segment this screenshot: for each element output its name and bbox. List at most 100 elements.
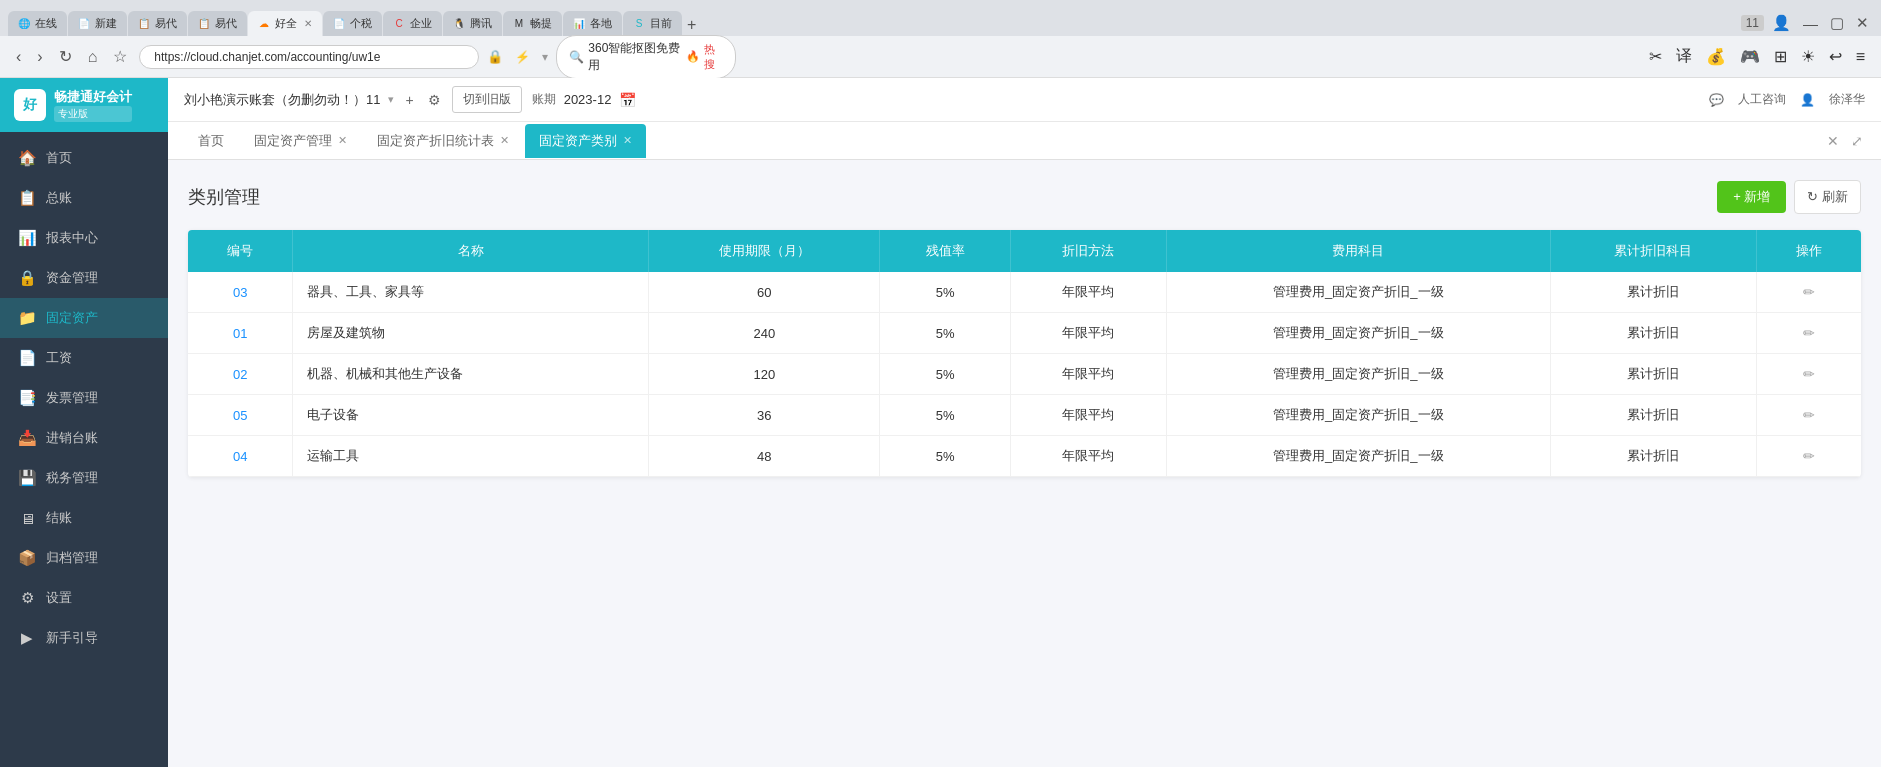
translate-icon[interactable]: 译 xyxy=(1672,44,1696,69)
tab-asset-mgmt[interactable]: 固定资产管理 ✕ xyxy=(240,124,361,158)
cell-accumulated: 累计折旧 xyxy=(1550,395,1756,436)
browser-tab-geshui[interactable]: 📄 个税 xyxy=(323,11,382,36)
ai-consult-icon: 💬 xyxy=(1709,93,1724,107)
topbar: 刘小艳演示账套（勿删勿动！）11 ▾ + ⚙ 切到旧版 账期 2023-12 📅… xyxy=(168,78,1881,122)
sidebar-item-home[interactable]: 🏠 首页 xyxy=(0,138,168,178)
sidebar-item-label: 税务管理 xyxy=(46,469,98,487)
grid-icon[interactable]: ⊞ xyxy=(1770,45,1791,68)
maximize-button[interactable]: ▢ xyxy=(1826,12,1848,34)
tab-asset-category[interactable]: 固定资产类别 ✕ xyxy=(525,124,646,158)
site-settings-icon: 🔒 xyxy=(487,49,503,64)
cell-code[interactable]: 03 xyxy=(188,272,293,313)
user-name[interactable]: 徐泽华 xyxy=(1829,91,1865,108)
brightness-icon[interactable]: ☀ xyxy=(1797,45,1819,68)
sidebar-item-closing[interactable]: 🖥 结账 xyxy=(0,498,168,538)
browser-tab-label: 企业 xyxy=(410,16,432,31)
calendar-icon[interactable]: 📅 xyxy=(619,92,636,108)
cell-expense: 管理费用_固定资产折旧_一级 xyxy=(1166,395,1550,436)
cell-name: 器具、工具、家具等 xyxy=(293,272,649,313)
game-icon[interactable]: 🎮 xyxy=(1736,45,1764,68)
tab-depreciation-close[interactable]: ✕ xyxy=(500,134,509,147)
sidebar-nav: 🏠 首页 📋 总账 📊 报表中心 🔒 资金管理 📁 固定资产 📄 工资 xyxy=(0,132,168,767)
browser-tab-enterprise[interactable]: C 企业 xyxy=(383,11,442,36)
tab-home[interactable]: 首页 xyxy=(184,124,238,158)
cell-method: 年限平均 xyxy=(1011,313,1167,354)
edit-icon[interactable]: ✏ xyxy=(1803,325,1815,341)
edit-icon[interactable]: ✏ xyxy=(1803,448,1815,464)
sidebar-item-archive[interactable]: 📦 归档管理 xyxy=(0,538,168,578)
content-tabs: 首页 固定资产管理 ✕ 固定资产折旧统计表 ✕ 固定资产类别 ✕ ✕ ⤢ xyxy=(168,122,1881,160)
bookmark-button[interactable]: ☆ xyxy=(109,45,131,68)
cut-icon[interactable]: ✂ xyxy=(1645,45,1666,68)
browser-tab-tencent[interactable]: 🐧 腾讯 xyxy=(443,11,502,36)
sidebar-item-label: 设置 xyxy=(46,589,72,607)
add-account-icon[interactable]: + xyxy=(402,89,416,111)
close-window-button[interactable]: ✕ xyxy=(1852,12,1873,34)
browser-tab-yidai2[interactable]: 📋 易代 xyxy=(188,11,247,36)
browser-tab-muqian[interactable]: S 目前 xyxy=(623,11,682,36)
hot-search-badge: 🔥 xyxy=(686,50,700,63)
tab-asset-mgmt-close[interactable]: ✕ xyxy=(338,134,347,147)
cell-months: 48 xyxy=(649,436,880,477)
browser-tab-close[interactable]: ✕ xyxy=(304,18,312,29)
dropdown-icon[interactable]: ▾ xyxy=(542,50,548,64)
browser-tab-yidai1[interactable]: 📋 易代 xyxy=(128,11,187,36)
sidebar-item-fixed-assets[interactable]: 📁 固定资产 xyxy=(0,298,168,338)
tab-favicon-enterprise: C xyxy=(393,18,405,30)
cell-action: ✏ xyxy=(1756,436,1861,477)
sidebar-item-invoice[interactable]: 📑 发票管理 xyxy=(0,378,168,418)
profile-icon[interactable]: 👤 xyxy=(1768,12,1795,34)
edit-icon[interactable]: ✏ xyxy=(1803,366,1815,382)
booster-icon[interactable]: ⚡ xyxy=(515,50,530,64)
sidebar-item-guide[interactable]: ▶ 新手引导 xyxy=(0,618,168,658)
switch-version-button[interactable]: 切到旧版 xyxy=(452,86,522,113)
browser-tab-zaixin[interactable]: 🌐 在线 xyxy=(8,11,67,36)
undo-icon[interactable]: ↩ xyxy=(1825,45,1846,68)
back-button[interactable]: ‹ xyxy=(12,46,25,68)
cell-months: 60 xyxy=(649,272,880,313)
ai-consult-label[interactable]: 人工咨询 xyxy=(1738,91,1786,108)
tax-icon: 💾 xyxy=(18,469,36,487)
sidebar-item-tax[interactable]: 💾 税务管理 xyxy=(0,458,168,498)
edit-icon[interactable]: ✏ xyxy=(1803,284,1815,300)
cell-code[interactable]: 02 xyxy=(188,354,293,395)
cell-code[interactable]: 04 xyxy=(188,436,293,477)
browser-tab-gedi[interactable]: 📊 各地 xyxy=(563,11,622,36)
cell-rate: 5% xyxy=(880,354,1011,395)
browser-tab-haoquan[interactable]: ☁ 好全 ✕ xyxy=(248,11,322,36)
tab-depreciation[interactable]: 固定资产折旧统计表 ✕ xyxy=(363,124,523,158)
browser-tab-new[interactable]: 📄 新建 xyxy=(68,11,127,36)
tab-favicon-changte: M xyxy=(513,18,525,30)
cell-action: ✏ xyxy=(1756,395,1861,436)
tab-asset-category-close[interactable]: ✕ xyxy=(623,134,632,147)
edit-icon[interactable]: ✏ xyxy=(1803,407,1815,423)
tab-count-badge[interactable]: 11 xyxy=(1741,15,1764,31)
sidebar-item-reports[interactable]: 📊 报表中心 xyxy=(0,218,168,258)
refresh-button[interactable]: ↻ 刷新 xyxy=(1794,180,1861,214)
forward-button[interactable]: › xyxy=(33,46,46,68)
menu-icon[interactable]: ≡ xyxy=(1852,46,1869,68)
address-input[interactable] xyxy=(139,45,479,69)
sidebar-item-payroll[interactable]: 📄 工资 xyxy=(0,338,168,378)
category-table: 编号 名称 使用期限（月） 残值率 折旧方法 费用科目 累计折旧科目 操作 03… xyxy=(188,230,1861,477)
reload-button[interactable]: ↻ xyxy=(55,45,76,68)
expand-tabs-icon[interactable]: ⤢ xyxy=(1849,131,1865,151)
new-tab-button[interactable]: + xyxy=(683,16,700,34)
minimize-button[interactable]: — xyxy=(1799,13,1822,34)
settings-gear-icon[interactable]: ⚙ xyxy=(425,89,444,111)
sidebar-item-funds[interactable]: 🔒 资金管理 xyxy=(0,258,168,298)
browser-tab-changte[interactable]: M 畅提 xyxy=(503,11,562,36)
sidebar-item-inventory[interactable]: 📥 进销台账 xyxy=(0,418,168,458)
home-nav-button[interactable]: ⌂ xyxy=(84,46,102,68)
sidebar-item-ledger[interactable]: 📋 总账 xyxy=(0,178,168,218)
add-button[interactable]: + 新增 xyxy=(1717,181,1786,213)
sidebar-item-settings[interactable]: ⚙ 设置 xyxy=(0,578,168,618)
search-box[interactable]: 🔍 360智能抠图免费用 🔥 热搜 xyxy=(556,35,736,79)
account-dropdown-arrow[interactable]: ▾ xyxy=(388,93,394,106)
wallet-icon[interactable]: 💰 xyxy=(1702,45,1730,68)
cell-code[interactable]: 05 xyxy=(188,395,293,436)
cell-code[interactable]: 01 xyxy=(188,313,293,354)
cell-rate: 5% xyxy=(880,313,1011,354)
col-rate: 残值率 xyxy=(880,230,1011,272)
close-all-tabs-icon[interactable]: ✕ xyxy=(1825,131,1841,151)
